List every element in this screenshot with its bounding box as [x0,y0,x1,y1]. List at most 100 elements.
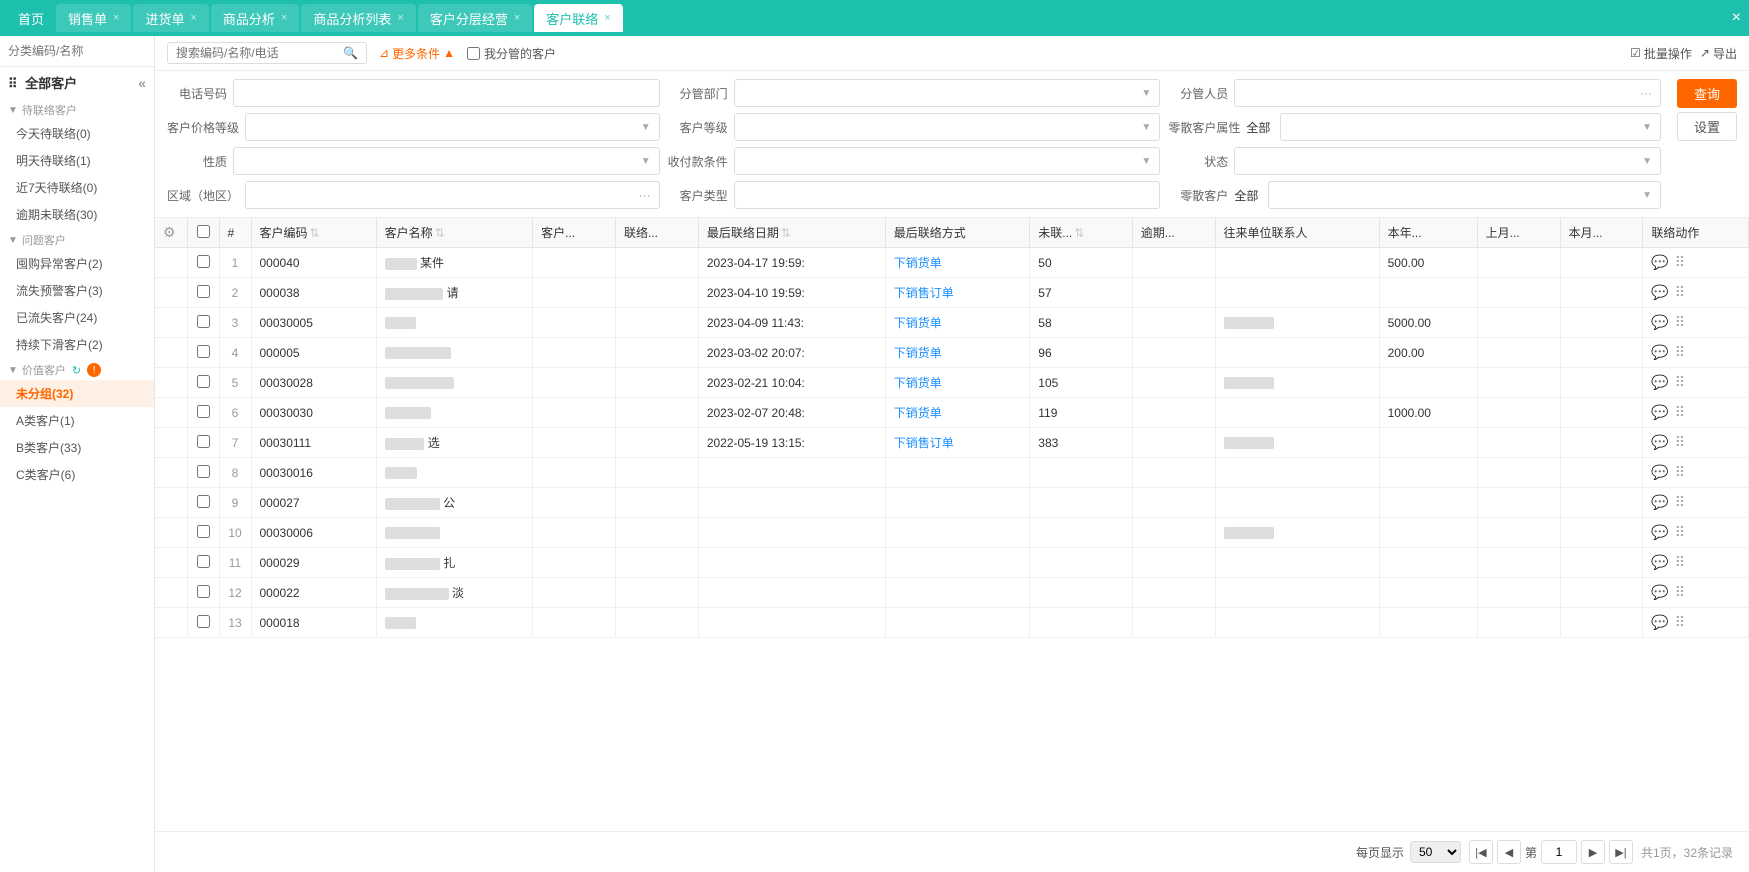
th-contact[interactable]: 联络... [615,218,698,248]
tab-purchase-order[interactable]: 进货单 × [133,4,208,32]
refresh-icon[interactable]: ↻ [72,364,81,377]
grid-action-icon[interactable]: ⠿ [1675,464,1685,481]
sidebar-item-hoarding-abnormal[interactable]: 囤购异常客户(2) [0,250,154,277]
contact-way-link[interactable]: 下销货单 [894,316,942,330]
row-checkbox[interactable] [197,495,210,508]
row-checkbox[interactable] [197,585,210,598]
row-checkbox[interactable] [197,525,210,538]
group-value-customers[interactable]: ▼ 价值客户 ↻ ! [0,358,154,380]
customer-type-select[interactable] [734,181,1161,209]
row-checkbox[interactable] [197,255,210,268]
chat-icon[interactable]: 💬 [1651,314,1668,331]
chat-icon[interactable]: 💬 [1651,614,1668,631]
sidebar-item-7days-pending[interactable]: 近7天待联络(0) [0,174,154,201]
chat-icon[interactable]: 💬 [1651,404,1668,421]
th-code[interactable]: 客户编码⇅ [251,218,376,248]
row-checkbox[interactable] [197,285,210,298]
sidebar-item-continuous-decline[interactable]: 持续下滑客户(2) [0,331,154,358]
contact-way-link[interactable]: 下销货单 [894,376,942,390]
sidebar-item-class-b[interactable]: B类客户(33) [0,434,154,461]
contact-way-link[interactable]: 下销售订单 [894,436,954,450]
phone-input[interactable] [233,79,660,107]
contact-way-link[interactable]: 下销货单 [894,256,942,270]
th-this-year[interactable]: 本年... [1379,218,1477,248]
sidebar-item-churned[interactable]: 已流失客户(24) [0,304,154,331]
batch-operate-button[interactable]: ☑ 批量操作 [1630,45,1692,62]
settings-icon[interactable]: ⚙ [163,224,176,240]
query-button[interactable]: 查询 [1677,79,1737,108]
chat-icon[interactable]: 💬 [1651,584,1668,601]
chat-icon[interactable]: 💬 [1651,344,1668,361]
chat-icon[interactable]: 💬 [1651,254,1668,271]
grid-action-icon[interactable]: ⠿ [1675,344,1685,361]
th-partner-contact[interactable]: 往来单位联系人 [1215,218,1379,248]
tab-customer-stratification[interactable]: 客户分层经营 × [418,4,532,32]
all-customers-header[interactable]: ⠿ 全部客户 « [0,67,154,98]
reset-button[interactable]: 设置 [1677,112,1737,141]
contact-way-link[interactable]: 下销售订单 [894,286,954,300]
th-no-contact[interactable]: 未联...⇅ [1030,218,1132,248]
row-checkbox[interactable] [197,435,210,448]
row-checkbox[interactable] [197,405,210,418]
grid-action-icon[interactable]: ⠿ [1675,254,1685,271]
grid-action-icon[interactable]: ⠿ [1675,284,1685,301]
row-checkbox[interactable] [197,345,210,358]
close-icon[interactable]: × [514,12,520,24]
my-customers-check[interactable] [467,47,480,60]
prev-page-button[interactable]: ◀ [1497,840,1521,864]
area-select[interactable]: ··· [245,181,660,209]
th-overdue[interactable]: 逾期... [1132,218,1215,248]
my-customers-checkbox[interactable]: 我分管的客户 [467,45,556,62]
chat-icon[interactable]: 💬 [1651,494,1668,511]
tab-product-analysis[interactable]: 商品分析 × [211,4,299,32]
grid-action-icon[interactable]: ⠿ [1675,524,1685,541]
grid-action-icon[interactable]: ⠿ [1675,374,1685,391]
sidebar-item-churn-warning[interactable]: 流失预警客户(3) [0,277,154,304]
chat-icon[interactable]: 💬 [1651,464,1668,481]
grid-action-icon[interactable]: ⠿ [1675,614,1685,631]
th-this-month[interactable]: 本月... [1560,218,1643,248]
next-page-button[interactable]: ▶ [1581,840,1605,864]
sidebar-item-overdue-contact[interactable]: 逾期未联络(30) [0,201,154,228]
row-checkbox[interactable] [197,315,210,328]
first-page-button[interactable]: |◀ [1469,840,1493,864]
sidebar-item-today-pending[interactable]: 今天待联络(0) [0,120,154,147]
grid-action-icon[interactable]: ⠿ [1675,404,1685,421]
customer-level-select[interactable]: ▼ [734,113,1161,141]
grid-action-icon[interactable]: ⠿ [1675,584,1685,601]
close-icon[interactable]: × [113,12,119,24]
chat-icon[interactable]: 💬 [1651,434,1668,451]
close-icon[interactable]: × [190,12,196,24]
close-icon[interactable]: × [397,12,403,24]
sidebar-item-ungroup[interactable]: 未分组(32) [0,380,154,407]
status-select[interactable]: ▼ [1234,147,1661,175]
retail-customer-select[interactable]: ▼ [1268,181,1661,209]
th-type[interactable]: 客户... [533,218,616,248]
nav-home[interactable]: 首页 [8,9,54,28]
tab-customer-contact[interactable]: 客户联络 × [534,4,622,32]
last-page-button[interactable]: ▶| [1609,840,1633,864]
per-page-select[interactable]: 50 20 100 [1410,841,1461,863]
nature-select[interactable]: ▼ [233,147,660,175]
row-checkbox[interactable] [197,375,210,388]
grid-action-icon[interactable]: ⠿ [1675,434,1685,451]
sidebar-item-class-a[interactable]: A类客户(1) [0,407,154,434]
grid-action-icon[interactable]: ⠿ [1675,494,1685,511]
row-checkbox[interactable] [197,555,210,568]
collapse-icon[interactable]: « [138,75,146,91]
retail-attr-select[interactable]: ▼ [1280,113,1661,141]
th-last-month[interactable]: 上月... [1477,218,1560,248]
page-number-input[interactable] [1541,840,1577,864]
th-name[interactable]: 客户名称⇅ [376,218,532,248]
contact-way-link[interactable]: 下销货单 [894,346,942,360]
th-last-contact-way[interactable]: 最后联络方式 [885,218,1030,248]
row-checkbox[interactable] [197,615,210,628]
price-level-select[interactable]: ▼ [245,113,660,141]
more-conditions-button[interactable]: ⊿ 更多条件 ▲ [379,45,455,62]
th-last-contact-date[interactable]: 最后联络日期⇅ [698,218,885,248]
chat-icon[interactable]: 💬 [1651,524,1668,541]
chat-icon[interactable]: 💬 [1651,374,1668,391]
grid-action-icon[interactable]: ⠿ [1675,554,1685,571]
grid-action-icon[interactable]: ⠿ [1675,314,1685,331]
contact-way-link[interactable]: 下销货单 [894,406,942,420]
